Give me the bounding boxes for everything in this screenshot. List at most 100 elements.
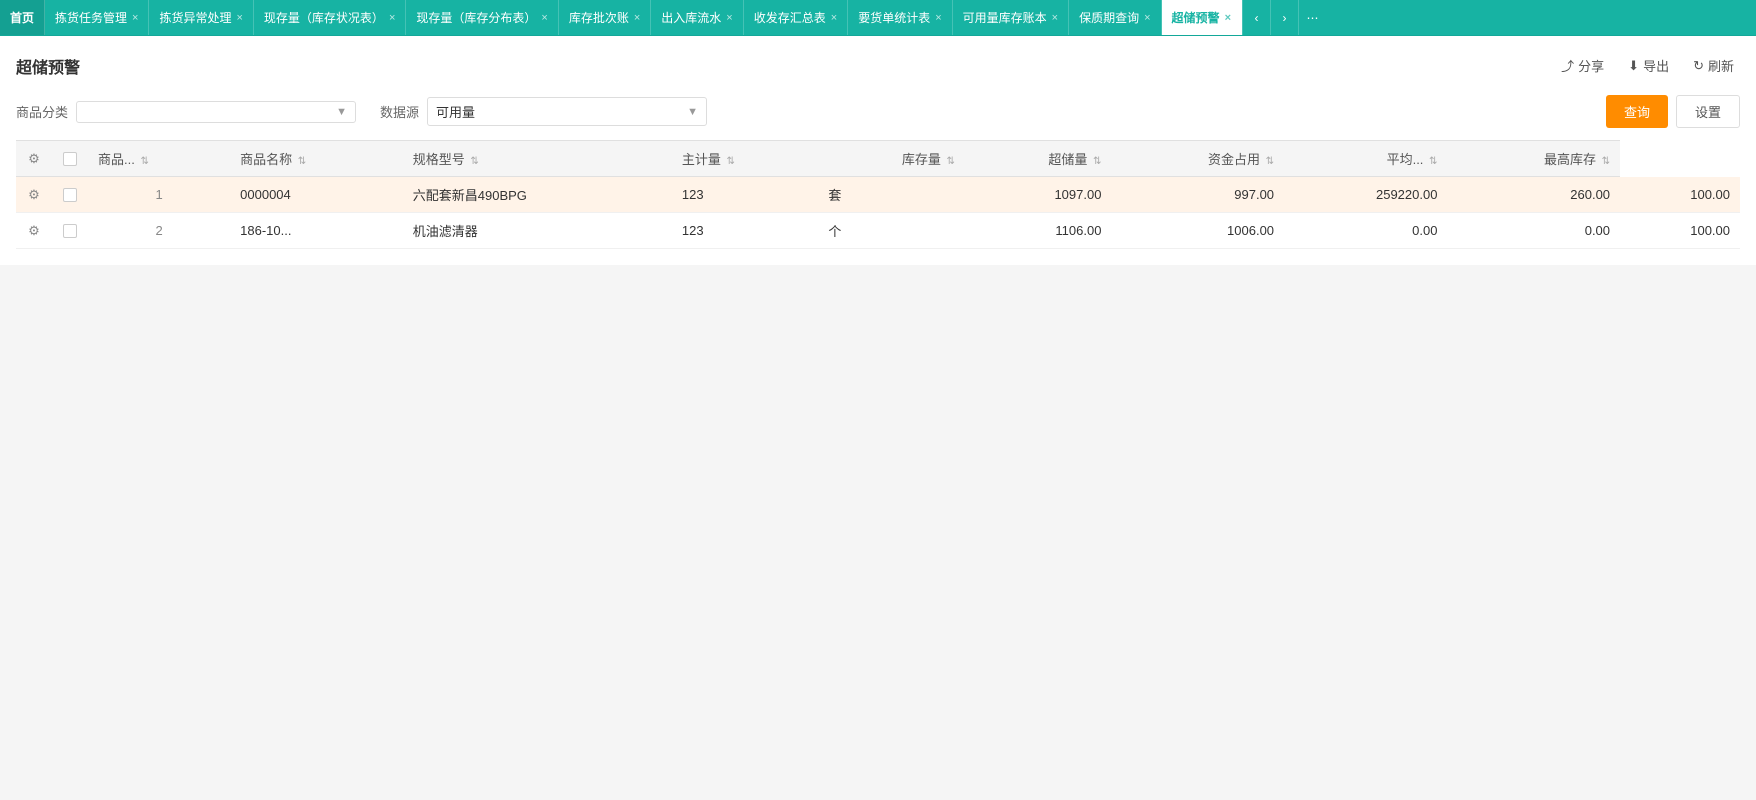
th-maxstock-label: 最高库存 — [1544, 152, 1596, 167]
nav-tab-7[interactable]: 收发存汇总表 × — [744, 0, 848, 35]
sort-stock-icon[interactable]: ⇅ — [947, 156, 955, 167]
nav-tab-4[interactable]: 现存量（库存分布表） × — [406, 0, 558, 35]
th-name: 商品名称 ⇅ — [230, 141, 403, 177]
th-name-label: 商品名称 — [240, 152, 292, 167]
nav-tab-6[interactable]: 出入库流水 × — [651, 0, 743, 35]
nav-tab-9[interactable]: 可用量库存账本 × — [953, 0, 1069, 35]
sort-unit-icon[interactable]: ⇅ — [727, 156, 735, 167]
page-header: 超储预警 ⤴ 分享 ⬇ 导出 ↻ 刷新 — [16, 52, 1740, 79]
th-capital-label: 资金占用 — [1208, 152, 1260, 167]
row-avg: 0.00 — [1447, 213, 1620, 249]
nav-more-arrow[interactable]: ⋯ — [1298, 0, 1326, 35]
table-header-row: ⚙ 商品... ⇅ 商品名称 ⇅ 规格型号 ⇅ 主计量 — [16, 141, 1740, 177]
close-tab-8[interactable]: × — [935, 12, 941, 24]
th-checkbox — [52, 141, 88, 177]
filter-row: 商品分类 ▼ 数据源 可用量 ▼ 查询 设置 — [16, 95, 1740, 128]
close-tab-2[interactable]: × — [236, 12, 242, 24]
row-spec: 123 — [672, 177, 819, 213]
header-actions: ⤴ 分享 ⬇ 导出 ↻ 刷新 — [1555, 52, 1740, 79]
row-checkbox-0[interactable] — [63, 188, 77, 202]
th-spec-label: 规格型号 — [413, 152, 465, 167]
th-stock-label: 库存量 — [902, 152, 941, 167]
row-maxstock: 100.00 — [1620, 177, 1740, 213]
category-label: 商品分类 — [16, 102, 68, 121]
th-settings: ⚙ — [16, 141, 52, 177]
nav-tab-11[interactable]: 超储预警 × — [1162, 0, 1242, 35]
row-overstock: 1006.00 — [1111, 213, 1284, 249]
page-title: 超储预警 — [16, 54, 80, 78]
row-settings-cell: ⚙ — [16, 177, 52, 213]
datasource-label: 数据源 — [380, 102, 419, 121]
row-checkbox-cell — [52, 213, 88, 249]
close-tab-5[interactable]: × — [634, 12, 640, 24]
table-row: ⚙ 1 0000004 六配套新昌490BPG 123 套 1097.00 99… — [16, 177, 1740, 213]
sort-avg-icon[interactable]: ⇅ — [1429, 156, 1437, 167]
close-tab-11[interactable]: × — [1225, 12, 1231, 24]
row-checkbox-cell — [52, 177, 88, 213]
nav-tab-2[interactable]: 拣货异常处理 × — [149, 0, 253, 35]
close-tab-6[interactable]: × — [726, 12, 732, 24]
query-button[interactable]: 查询 — [1606, 95, 1668, 128]
row-overstock: 997.00 — [1111, 177, 1284, 213]
th-capital: 资金占用 ⇅ — [1111, 141, 1284, 177]
settings-gear-icon[interactable]: ⚙ — [28, 151, 40, 166]
share-button[interactable]: ⤴ 分享 — [1555, 52, 1610, 79]
row-capital: 0.00 — [1284, 213, 1447, 249]
sort-overstock-icon[interactable]: ⇅ — [1093, 156, 1101, 167]
close-tab-4[interactable]: × — [541, 12, 547, 24]
row-stock: 1097.00 — [965, 177, 1112, 213]
share-icon: ⤴ — [1561, 56, 1574, 75]
datasource-value: 可用量 — [436, 102, 475, 121]
th-stock: 库存量 ⇅ — [818, 141, 965, 177]
nav-tab-1[interactable]: 拣货任务管理 × — [45, 0, 149, 35]
row-settings-cell: ⚙ — [16, 213, 52, 249]
nav-tab-3[interactable]: 现存量（库存状况表） × — [254, 0, 406, 35]
close-tab-3[interactable]: × — [389, 12, 395, 24]
row-name: 机油滤清器 — [403, 213, 672, 249]
close-tab-1[interactable]: × — [132, 12, 138, 24]
filter-category: 商品分类 ▼ — [16, 101, 356, 123]
sort-capital-icon[interactable]: ⇅ — [1266, 156, 1274, 167]
filter-buttons: 查询 设置 — [1606, 95, 1740, 128]
export-icon: ⬇ — [1628, 58, 1639, 74]
sort-spec-icon[interactable]: ⇅ — [470, 156, 478, 167]
sort-maxstock-icon[interactable]: ⇅ — [1602, 156, 1610, 167]
row-code: 186-10... — [230, 213, 403, 249]
nav-home[interactable]: 首页 — [0, 0, 45, 35]
sort-code-icon[interactable]: ⇅ — [140, 156, 148, 167]
row-gear-icon[interactable]: ⚙ — [28, 187, 40, 202]
sort-name-icon[interactable]: ⇅ — [298, 156, 306, 167]
settings-button[interactable]: 设置 — [1676, 95, 1740, 128]
th-overstock-label: 超储量 — [1048, 152, 1087, 167]
row-stock: 1106.00 — [965, 213, 1112, 249]
nav-prev-arrow[interactable]: ‹ — [1242, 0, 1270, 35]
row-index: 1 — [88, 177, 230, 213]
close-tab-7[interactable]: × — [831, 12, 837, 24]
filter-datasource: 数据源 可用量 ▼ — [380, 97, 707, 126]
nav-tab-5[interactable]: 库存批次账 × — [559, 0, 651, 35]
refresh-icon: ↻ — [1693, 58, 1704, 74]
table-row: ⚙ 2 186-10... 机油滤清器 123 个 1106.00 1006.0… — [16, 213, 1740, 249]
row-checkbox-1[interactable] — [63, 224, 77, 238]
nav-tab-10[interactable]: 保质期查询 × — [1069, 0, 1161, 35]
nav-tab-8[interactable]: 要货单统计表 × — [848, 0, 952, 35]
category-chevron-icon: ▼ — [336, 106, 347, 118]
th-avg: 平均... ⇅ — [1284, 141, 1447, 177]
close-tab-9[interactable]: × — [1052, 12, 1058, 24]
category-select[interactable]: ▼ — [76, 101, 356, 123]
th-maxstock: 最高库存 ⇅ — [1447, 141, 1620, 177]
close-tab-10[interactable]: × — [1144, 12, 1150, 24]
top-nav: 首页 拣货任务管理 × 拣货异常处理 × 现存量（库存状况表） × 现存量（库存… — [0, 0, 1756, 36]
data-table: ⚙ 商品... ⇅ 商品名称 ⇅ 规格型号 ⇅ 主计量 — [16, 140, 1740, 249]
row-unit: 套 — [818, 177, 965, 213]
th-unit-label: 主计量 — [682, 152, 721, 167]
export-button[interactable]: ⬇ 导出 — [1622, 52, 1675, 79]
refresh-button[interactable]: ↻ 刷新 — [1687, 52, 1740, 79]
nav-next-arrow[interactable]: › — [1270, 0, 1298, 35]
header-checkbox[interactable] — [63, 152, 77, 166]
datasource-select[interactable]: 可用量 ▼ — [427, 97, 707, 126]
th-avg-label: 平均... — [1387, 152, 1424, 167]
row-gear-icon[interactable]: ⚙ — [28, 223, 40, 238]
row-index: 2 — [88, 213, 230, 249]
row-avg: 260.00 — [1447, 177, 1620, 213]
